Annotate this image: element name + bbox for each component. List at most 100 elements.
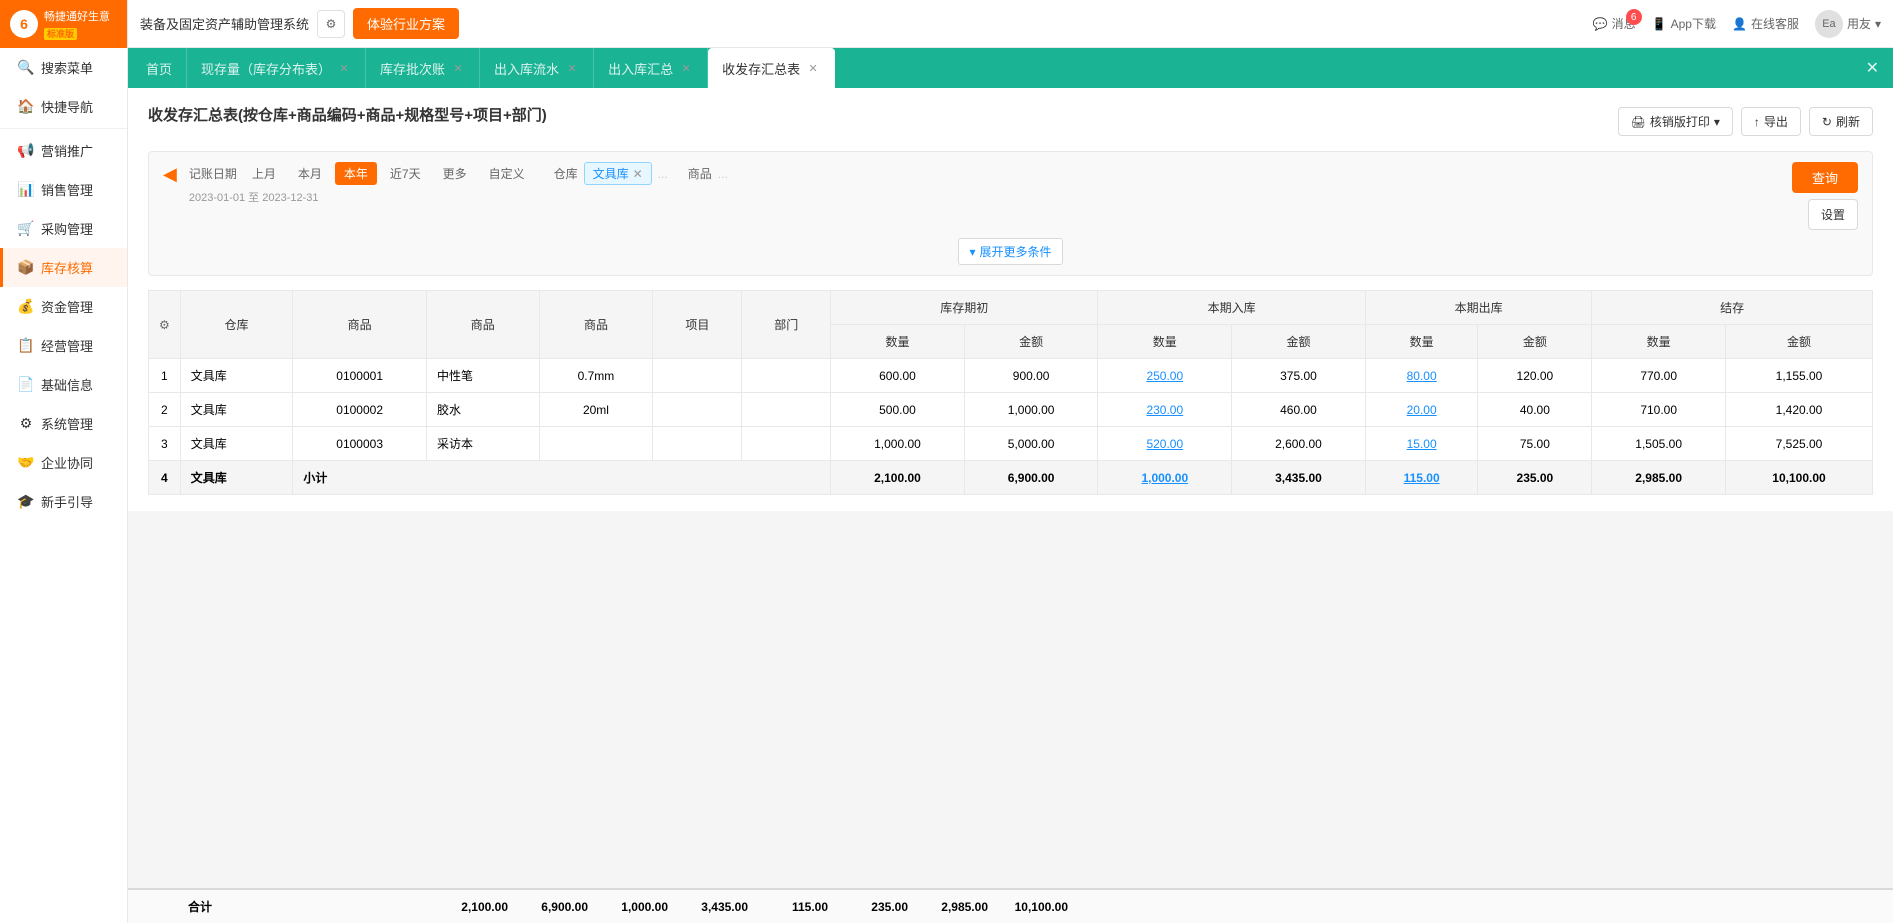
subtotal-out-amt: 235.00 xyxy=(1478,461,1592,495)
sidebar-item-collab[interactable]: 🤝 企业协同 xyxy=(0,443,127,482)
refresh-label: 刷新 xyxy=(1836,113,1860,130)
row-in-qty[interactable]: 230.00 xyxy=(1098,393,1232,427)
app-download-label: App下载 xyxy=(1671,15,1716,32)
table-row: 3 文具库 0100003 采访本 1,000.00 5,000.00 520.… xyxy=(149,427,1873,461)
online-service-button[interactable]: 👤 在线客服 xyxy=(1732,15,1799,32)
row-bal-amt: 1,420.00 xyxy=(1726,393,1873,427)
tab-close-icon[interactable]: ✕ xyxy=(679,61,693,75)
app-download-button[interactable]: 📱 App下载 xyxy=(1652,15,1716,32)
sidebar-item-label: 营销推广 xyxy=(41,141,93,160)
row-out-qty[interactable]: 15.00 xyxy=(1365,427,1478,461)
experience-button[interactable]: 体验行业方案 xyxy=(353,8,459,39)
export-button[interactable]: ↑ 导出 xyxy=(1741,107,1801,136)
goods-more[interactable]: ... xyxy=(718,167,728,181)
subtotal-bal-qty: 2,985.00 xyxy=(1592,461,1726,495)
user-label: 用友 xyxy=(1847,15,1871,32)
warehouse-tag-remove[interactable]: ✕ xyxy=(633,167,643,181)
subtotal-row: 4 文具库 小计 2,100.00 6,900.00 1,000.00 3,43… xyxy=(149,461,1873,495)
service-icon: 👤 xyxy=(1732,17,1747,31)
expand-more-button[interactable]: ▾ 展开更多条件 xyxy=(958,238,1062,265)
sidebar-item-basic-info[interactable]: 📄 基础信息 xyxy=(0,365,127,404)
tab-batch-account[interactable]: 库存批次账 ✕ xyxy=(366,48,480,88)
row-out-qty[interactable]: 80.00 xyxy=(1365,359,1478,393)
sidebar-item-label: 新手引导 xyxy=(41,492,93,511)
print-button[interactable]: 🖨 核销版打印 ▾ xyxy=(1618,107,1733,136)
settings-button[interactable]: ⚙ xyxy=(317,10,345,38)
sidebar-item-inventory[interactable]: 📦 库存核算 xyxy=(0,248,127,287)
main-area: 装备及固定资产辅助管理系统 ⚙ 体验行业方案 💬 消息 6 📱 App下载 👤 … xyxy=(128,0,1893,923)
tab-close-icon[interactable]: ✕ xyxy=(451,61,465,75)
table-container: ⚙ 仓库 商品 商品 商品 项目 部门 库存期初 本期入库 本期出库 结存 xyxy=(148,290,1873,495)
row-goods-spec xyxy=(539,427,653,461)
table-row: 2 文具库 0100002 胶水 20ml 500.00 1,000.00 23… xyxy=(149,393,1873,427)
tab-close-icon[interactable]: ✕ xyxy=(806,61,820,75)
sidebar-item-quick-nav[interactable]: 🏠 快捷导航 xyxy=(0,87,127,126)
sidebar-item-operations[interactable]: 📋 经营管理 xyxy=(0,326,127,365)
gear-icon: ⚙ xyxy=(326,17,337,31)
sidebar-item-sales[interactable]: 📊 销售管理 xyxy=(0,170,127,209)
subtotal-in-qty[interactable]: 1,000.00 xyxy=(1098,461,1232,495)
print-label: 核销版打印 xyxy=(1650,113,1710,130)
row-in-amt: 460.00 xyxy=(1232,393,1366,427)
total-open-qty: 2,100.00 xyxy=(438,900,518,914)
logo-icon: 6 xyxy=(10,10,38,38)
tab-recv-summary[interactable]: 收发存汇总表 ✕ xyxy=(708,48,835,88)
tab-recv-summary-label: 收发存汇总表 xyxy=(722,59,800,78)
col-header-goods-code: 商品 xyxy=(293,291,427,359)
tab-close-icon[interactable]: ✕ xyxy=(565,61,579,75)
col-out-qty: 数量 xyxy=(1365,325,1478,359)
message-button[interactable]: 💬 消息 6 xyxy=(1593,15,1636,32)
sidebar-item-marketing[interactable]: 📢 营销推广 xyxy=(0,131,127,170)
row-goods-name: 胶水 xyxy=(426,393,539,427)
total-in-qty: 1,000.00 xyxy=(598,900,678,914)
sidebar-item-purchase[interactable]: 🛒 采购管理 xyxy=(0,209,127,248)
row-warehouse: 文具库 xyxy=(180,359,293,393)
subtotal-out-qty[interactable]: 115.00 xyxy=(1365,461,1478,495)
col-bal-amt: 金额 xyxy=(1726,325,1873,359)
user-menu[interactable]: Ea 用友 ▾ xyxy=(1815,10,1881,38)
tab-inout-flow[interactable]: 出入库流水 ✕ xyxy=(480,48,594,88)
row-bal-amt: 7,525.00 xyxy=(1726,427,1873,461)
tab-inout-summary[interactable]: 出入库汇总 ✕ xyxy=(594,48,708,88)
total-bal-qty: 2,985.00 xyxy=(918,900,998,914)
goods-label: 商品 xyxy=(688,165,712,182)
sidebar-item-newbie[interactable]: 🎓 新手引导 xyxy=(0,482,127,521)
row-in-amt: 375.00 xyxy=(1232,359,1366,393)
tab-close-icon[interactable]: ✕ xyxy=(337,61,351,75)
warehouse-more[interactable]: ... xyxy=(658,167,668,181)
date-last-month[interactable]: 上月 xyxy=(243,162,285,185)
subtotal-bal-amt: 10,100.00 xyxy=(1726,461,1873,495)
col-header-in: 本期入库 xyxy=(1098,291,1365,325)
row-in-qty[interactable]: 520.00 xyxy=(1098,427,1232,461)
col-bal-qty: 数量 xyxy=(1592,325,1726,359)
total-bal-amt: 10,100.00 xyxy=(998,900,1078,914)
date-more[interactable]: 更多 xyxy=(434,162,476,185)
row-bal-qty: 1,505.00 xyxy=(1592,427,1726,461)
col-header-balance: 结存 xyxy=(1592,291,1873,325)
filter-setting-button[interactable]: 设置 xyxy=(1808,199,1858,230)
date-this-month[interactable]: 本月 xyxy=(289,162,331,185)
date-custom[interactable]: 自定义 xyxy=(480,162,534,185)
query-button[interactable]: 查询 xyxy=(1792,162,1858,193)
row-bal-amt: 1,155.00 xyxy=(1726,359,1873,393)
sidebar-item-finance[interactable]: 💰 资金管理 xyxy=(0,287,127,326)
system-icon: ⚙ xyxy=(17,415,35,433)
row-out-qty[interactable]: 20.00 xyxy=(1365,393,1478,427)
table-settings-icon[interactable]: ⚙ xyxy=(159,318,170,332)
total-label: 合计 xyxy=(178,898,318,915)
tab-home[interactable]: 首页 xyxy=(132,48,187,88)
tab-inventory-dist-label: 现存量（库存分布表） xyxy=(201,59,331,78)
message-badge: 6 xyxy=(1626,9,1642,25)
tab-inventory-dist[interactable]: 现存量（库存分布表） ✕ xyxy=(187,48,366,88)
sidebar-item-search[interactable]: 🔍 搜索菜单 xyxy=(0,48,127,87)
row-in-qty[interactable]: 250.00 xyxy=(1098,359,1232,393)
sidebar-item-system[interactable]: ⚙ 系统管理 xyxy=(0,404,127,443)
row-no: 1 xyxy=(149,359,181,393)
table-settings-header: ⚙ xyxy=(149,291,181,359)
date-this-year[interactable]: 本年 xyxy=(335,162,377,185)
tab-bar-close-button[interactable]: ✕ xyxy=(1856,58,1889,78)
row-goods-code: 0100003 xyxy=(293,427,427,461)
date-7days[interactable]: 近7天 xyxy=(381,162,430,185)
filter-collapse-button[interactable]: ◀ xyxy=(163,162,177,185)
refresh-button[interactable]: ↻ 刷新 xyxy=(1809,107,1873,136)
